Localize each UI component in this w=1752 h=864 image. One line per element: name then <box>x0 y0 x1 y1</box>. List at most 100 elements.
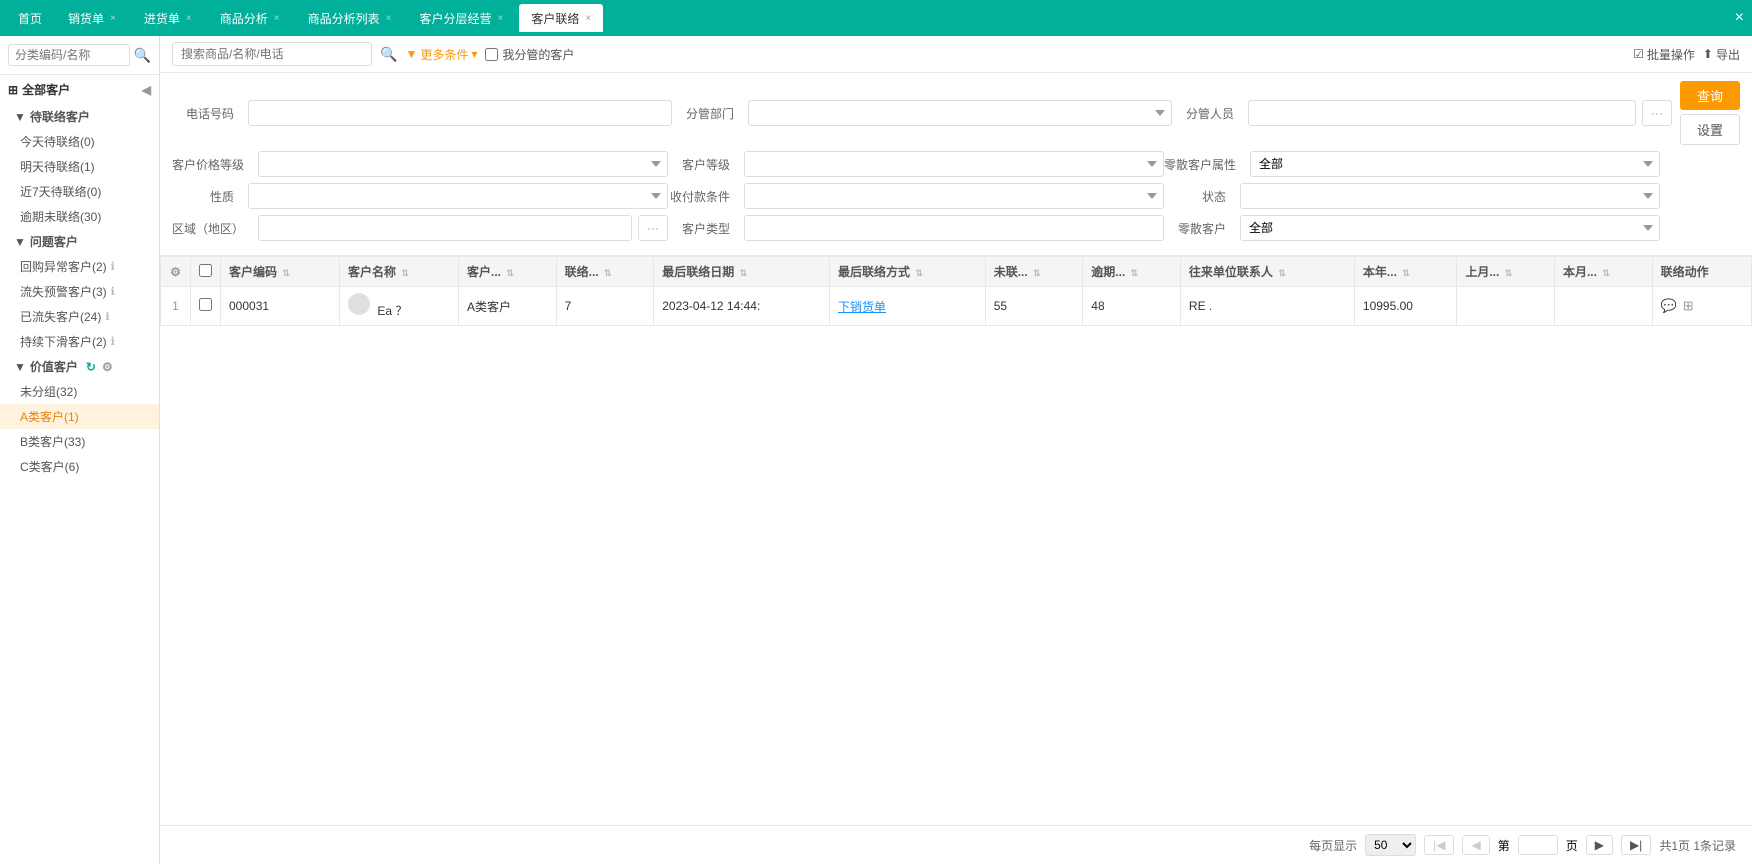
last-contact-method[interactable]: 下销货单 <box>830 287 986 326</box>
close-icon[interactable]: × <box>110 13 116 24</box>
problem-customers-group[interactable]: ▼ 问题客户 <box>0 229 159 254</box>
page-size-select[interactable]: 20 50 100 <box>1365 834 1416 856</box>
tab-product-analysis-list[interactable]: 商品分析列表 × <box>296 4 404 32</box>
value-customers-group[interactable]: ▼ 价值客户 ↻ ⚙ <box>0 354 159 379</box>
select-all-checkbox[interactable] <box>199 264 212 277</box>
sort-icon: ⇅ <box>1033 268 1041 278</box>
sidebar-item-7days[interactable]: 近7天待联络(0) <box>0 179 159 204</box>
sidebar-item-tomorrow[interactable]: 明天待联络(1) <box>0 154 159 179</box>
chat-icon[interactable]: 💬 <box>1661 298 1677 314</box>
batch-op-button[interactable]: ☑ 批量操作 <box>1633 46 1695 63</box>
close-icon[interactable]: × <box>497 13 503 24</box>
filter-row-3: 性质 收付款条件 状态 <box>172 183 1740 209</box>
filter-cell-phone: 电话号码 <box>172 100 672 126</box>
tab-customer-contact[interactable]: 客户联络 × <box>519 4 603 32</box>
close-all-tabs[interactable]: × <box>1735 9 1744 27</box>
home-tab[interactable]: 首页 <box>8 6 52 31</box>
settings-button[interactable]: 设置 <box>1680 114 1740 145</box>
label-customer-type: 客户类型 <box>668 220 738 237</box>
select-status[interactable] <box>1240 183 1660 209</box>
tab-customer-tier[interactable]: 客户分层经营 × <box>407 4 515 32</box>
close-icon[interactable]: × <box>186 13 192 24</box>
th-last-contact-date[interactable]: 最后联络日期 ⇅ <box>654 257 830 287</box>
label-nature: 性质 <box>172 188 242 205</box>
customer-name[interactable]: Ea ？ <box>340 287 459 326</box>
refresh-icon[interactable]: ↻ <box>86 360 96 374</box>
sidebar-item-overdue[interactable]: 逾期未联络(30) <box>0 204 159 229</box>
tab-purchase-order[interactable]: 进货单 × <box>132 4 204 32</box>
select-nature[interactable] <box>248 183 668 209</box>
row-checkbox[interactable] <box>199 298 212 311</box>
th-no-contact[interactable]: 未联... ⇅ <box>985 257 1083 287</box>
sidebar-item-c-class[interactable]: C类客户(6) <box>0 454 159 479</box>
th-settings[interactable]: ⚙ <box>161 257 191 287</box>
row-no: 1 <box>161 287 191 326</box>
sidebar-item-ungrouped[interactable]: 未分组(32) <box>0 379 159 404</box>
filter-cell-price-level: 客户价格等级 <box>172 151 668 177</box>
info-icon: ℹ <box>111 285 115 298</box>
grid-action-icon[interactable]: ⊞ <box>1683 298 1694 314</box>
query-button[interactable]: 查询 <box>1680 81 1740 110</box>
sidebar-search-button[interactable]: 🔍 <box>134 47 151 64</box>
sidebar-item-declining[interactable]: 持续下滑客户(2) ℹ <box>0 329 159 354</box>
th-this-month[interactable]: 本月... ⇅ <box>1554 257 1652 287</box>
page-input[interactable]: 1 <box>1518 835 1558 855</box>
more-filters-button[interactable]: ▼ 更多条件 ▾ <box>405 46 477 63</box>
th-last-contact-method[interactable]: 最后联络方式 ⇅ <box>830 257 986 287</box>
search-input[interactable] <box>172 42 372 66</box>
pending-contact-group[interactable]: ▼ 待联络客户 <box>0 104 159 129</box>
table-area: ⚙ 客户编码 ⇅ 客户名称 ⇅ 客户... <box>160 256 1752 825</box>
filter-row-2: 客户价格等级 客户等级 零散客户属性 全部 <box>172 151 1740 177</box>
export-button[interactable]: ⬆ 导出 <box>1703 46 1740 63</box>
close-icon[interactable]: × <box>274 13 280 24</box>
filter-search-button[interactable]: 🔍 <box>380 46 397 63</box>
sidebar-item-a-class[interactable]: A类客户(1) <box>0 404 159 429</box>
sidebar-item-today[interactable]: 今天待联络(0) <box>0 129 159 154</box>
input-region[interactable] <box>258 215 632 241</box>
select-dept[interactable] <box>748 100 1172 126</box>
th-contacts[interactable]: 往来单位联系人 ⇅ <box>1180 257 1354 287</box>
my-customers-checkbox-label[interactable]: 我分管的客户 <box>485 46 574 63</box>
select-customer-level[interactable] <box>744 151 1164 177</box>
info-icon: ℹ <box>105 310 109 323</box>
th-name[interactable]: 客户名称 ⇅ <box>340 257 459 287</box>
pagination: 每页显示 20 50 100 |◀ ◀ 第 1 页 ▶ ▶| 共1页 1条记录 <box>160 825 1752 864</box>
th-type[interactable]: 客户... ⇅ <box>459 257 557 287</box>
input-phone[interactable] <box>248 100 672 126</box>
prev-page-button[interactable]: ◀ <box>1462 835 1489 855</box>
tab-product-analysis[interactable]: 商品分析 × <box>208 4 292 32</box>
input-customer-type[interactable] <box>744 215 1164 241</box>
select-retail[interactable]: 全部 <box>1240 215 1660 241</box>
sidebar-item-repurchase-anomaly[interactable]: 回购异常客户(2) ℹ <box>0 254 159 279</box>
more-region-button[interactable]: ··· <box>638 215 668 241</box>
info-icon: ℹ <box>111 335 115 348</box>
close-icon[interactable]: × <box>585 13 591 24</box>
first-page-button[interactable]: |◀ <box>1424 835 1454 855</box>
th-last-month[interactable]: 上月... ⇅ <box>1457 257 1555 287</box>
settings-icon[interactable]: ⚙ <box>102 360 113 374</box>
sidebar-item-b-class[interactable]: B类客户(33) <box>0 429 159 454</box>
sort-icon: ⇅ <box>1278 268 1286 278</box>
select-retail-attr[interactable]: 全部 <box>1250 151 1660 177</box>
next-page-button[interactable]: ▶ <box>1586 835 1613 855</box>
filter-cell-retail-attr: 零散客户属性 全部 <box>1164 151 1660 177</box>
sidebar-item-churn-warning[interactable]: 流失预警客户(3) ℹ <box>0 279 159 304</box>
th-contact-count[interactable]: 联络... ⇅ <box>556 257 654 287</box>
input-person[interactable] <box>1248 100 1636 126</box>
th-overdue[interactable]: 逾期... ⇅ <box>1083 257 1181 287</box>
close-icon[interactable]: × <box>386 13 392 24</box>
filter-row-1: 电话号码 分管部门 分管人员 ··· 查询 设置 <box>172 81 1740 145</box>
select-payment[interactable] <box>744 183 1164 209</box>
last-page-button[interactable]: ▶| <box>1621 835 1651 855</box>
th-this-year[interactable]: 本年... ⇅ <box>1354 257 1456 287</box>
all-customers-header[interactable]: ⊞ 全部客户 ◀ <box>0 75 159 104</box>
more-person-button[interactable]: ··· <box>1642 100 1672 126</box>
collapse-icon[interactable]: ◀ <box>142 83 151 97</box>
tab-sales-order[interactable]: 销货单 × <box>56 4 128 32</box>
select-price-level[interactable] <box>258 151 668 177</box>
my-customers-checkbox[interactable] <box>485 48 498 61</box>
sidebar: 🔍 ⊞ 全部客户 ◀ ▼ 待联络客户 今天待联络(0) 明天待联络(1) 近7天… <box>0 36 160 864</box>
sidebar-search-input[interactable] <box>8 44 130 66</box>
sidebar-item-churned[interactable]: 已流失客户(24) ℹ <box>0 304 159 329</box>
th-code[interactable]: 客户编码 ⇅ <box>221 257 340 287</box>
